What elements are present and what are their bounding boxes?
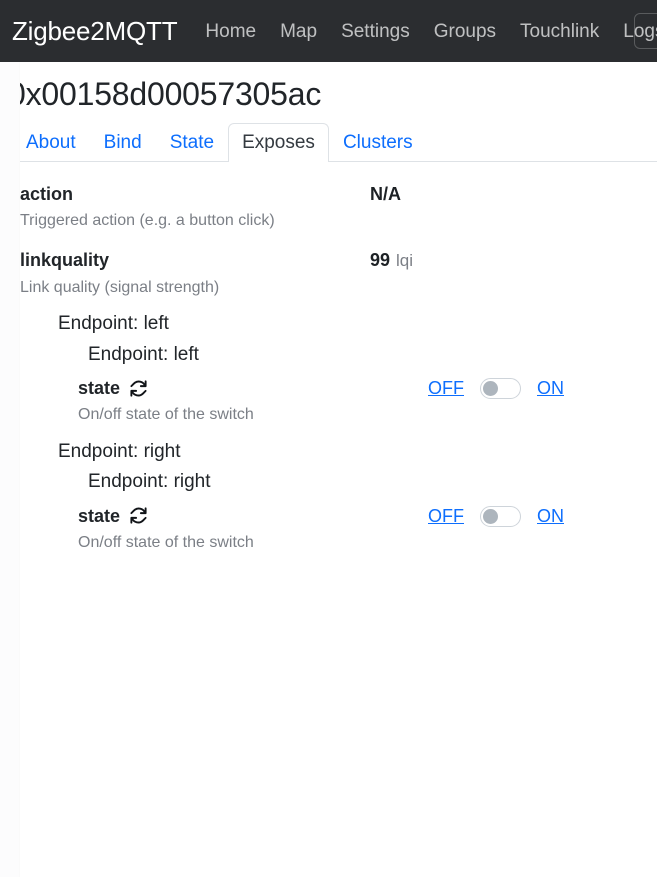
endpoint-heading-right: Endpoint: right <box>58 440 181 462</box>
feature-label-linkquality: linkquality <box>20 250 110 271</box>
linkquality-unit: lqi <box>396 250 414 270</box>
page-content: 0x00158d00057305ac About Bind State Expo… <box>0 62 657 877</box>
feature-row-state-left: state On/off state of the switch OFF ON <box>78 370 641 436</box>
refresh-icon[interactable] <box>129 506 148 525</box>
state-toggle-group-right: OFF ON <box>428 505 564 527</box>
feature-value-state-right: OFF ON <box>428 504 641 527</box>
action-value: N/A <box>370 184 401 204</box>
feature-description-action: Triggered action (e.g. a button click) <box>20 212 275 230</box>
tab-exposes[interactable]: Exposes <box>228 123 329 162</box>
tab-bind[interactable]: Bind <box>90 123 156 162</box>
refresh-icon[interactable] <box>129 379 148 398</box>
feature-description-linkquality: Link quality (signal strength) <box>20 278 220 296</box>
state-toggle-switch-left[interactable] <box>480 378 521 400</box>
state-off-button-left[interactable]: OFF <box>428 378 464 399</box>
feature-description-state-left: On/off state of the switch <box>78 406 254 424</box>
endpoint-group-right: Endpoint: right Endpoint: right state On… <box>20 437 641 565</box>
state-on-button-left[interactable]: ON <box>537 378 564 399</box>
endpoint-group-left: Endpoint: left Endpoint: left state On/o… <box>20 309 641 437</box>
tab-state[interactable]: State <box>156 123 228 162</box>
feature-info-state-left: state On/off state of the switch <box>78 376 428 426</box>
toggle-knob <box>483 381 498 397</box>
toggle-knob <box>483 508 498 524</box>
state-label-text-left: state <box>78 378 121 399</box>
navbar-brand[interactable]: Zigbee2MQTT <box>12 18 178 44</box>
nav-link-touchlink[interactable]: Touchlink <box>520 22 599 41</box>
state-on-button-right[interactable]: ON <box>537 506 564 527</box>
page-title: 0x00158d00057305ac <box>8 76 322 112</box>
state-toggle-group-left: OFF ON <box>428 378 564 400</box>
tab-clusters[interactable]: Clusters <box>329 123 427 162</box>
state-toggle-switch-right[interactable] <box>480 505 521 527</box>
feature-info-linkquality: linkquality Link quality (signal strengt… <box>20 248 370 298</box>
endpoint-subheading-right: Endpoint: right <box>88 471 211 493</box>
nav-link-home[interactable]: Home <box>205 22 256 41</box>
hamburger-menu-icon[interactable] <box>634 13 657 49</box>
nav-link-groups[interactable]: Groups <box>434 22 496 41</box>
exposes-panel: action Triggered action (e.g. a button c… <box>0 162 657 564</box>
feature-label-state-left: state <box>78 376 428 400</box>
endpoint-heading-left: Endpoint: left <box>58 312 169 334</box>
feature-description-state-right: On/off state of the switch <box>78 534 254 552</box>
navbar-links: Home Map Settings Groups Touchlink Logs <box>205 22 657 41</box>
state-label-text-right: state <box>78 505 121 526</box>
linkquality-value: 99 <box>370 250 391 271</box>
feature-value-state-left: OFF ON <box>428 376 641 400</box>
endpoint-body-right: state On/off state of the switch OFF ON <box>20 498 641 564</box>
nav-link-map[interactable]: Map <box>280 22 317 41</box>
feature-row-state-right: state On/off state of the switch OFF ON <box>78 498 641 564</box>
nav-link-settings[interactable]: Settings <box>341 22 410 41</box>
endpoint-body-left: state On/off state of the switch OFF ON <box>20 370 641 436</box>
feature-value-action: N/A <box>370 182 641 205</box>
feature-info-action: action Triggered action (e.g. a button c… <box>20 182 370 232</box>
endpoint-subheading-left: Endpoint: left <box>88 343 199 365</box>
feature-label-state-right: state <box>78 504 428 528</box>
feature-value-linkquality: 99 lqi <box>370 248 641 271</box>
state-off-button-right[interactable]: OFF <box>428 506 464 527</box>
feature-row-linkquality: linkquality Link quality (signal strengt… <box>20 242 641 308</box>
feature-row-action: action Triggered action (e.g. a button c… <box>20 176 641 242</box>
feature-label-action: action <box>20 184 74 204</box>
feature-info-state-right: state On/off state of the switch <box>78 504 428 554</box>
device-tabs: About Bind State Exposes Clusters <box>0 123 657 162</box>
top-navbar: Zigbee2MQTT Home Map Settings Groups Tou… <box>0 0 657 62</box>
tab-about[interactable]: About <box>12 123 90 162</box>
page-left-gutter <box>0 62 20 877</box>
